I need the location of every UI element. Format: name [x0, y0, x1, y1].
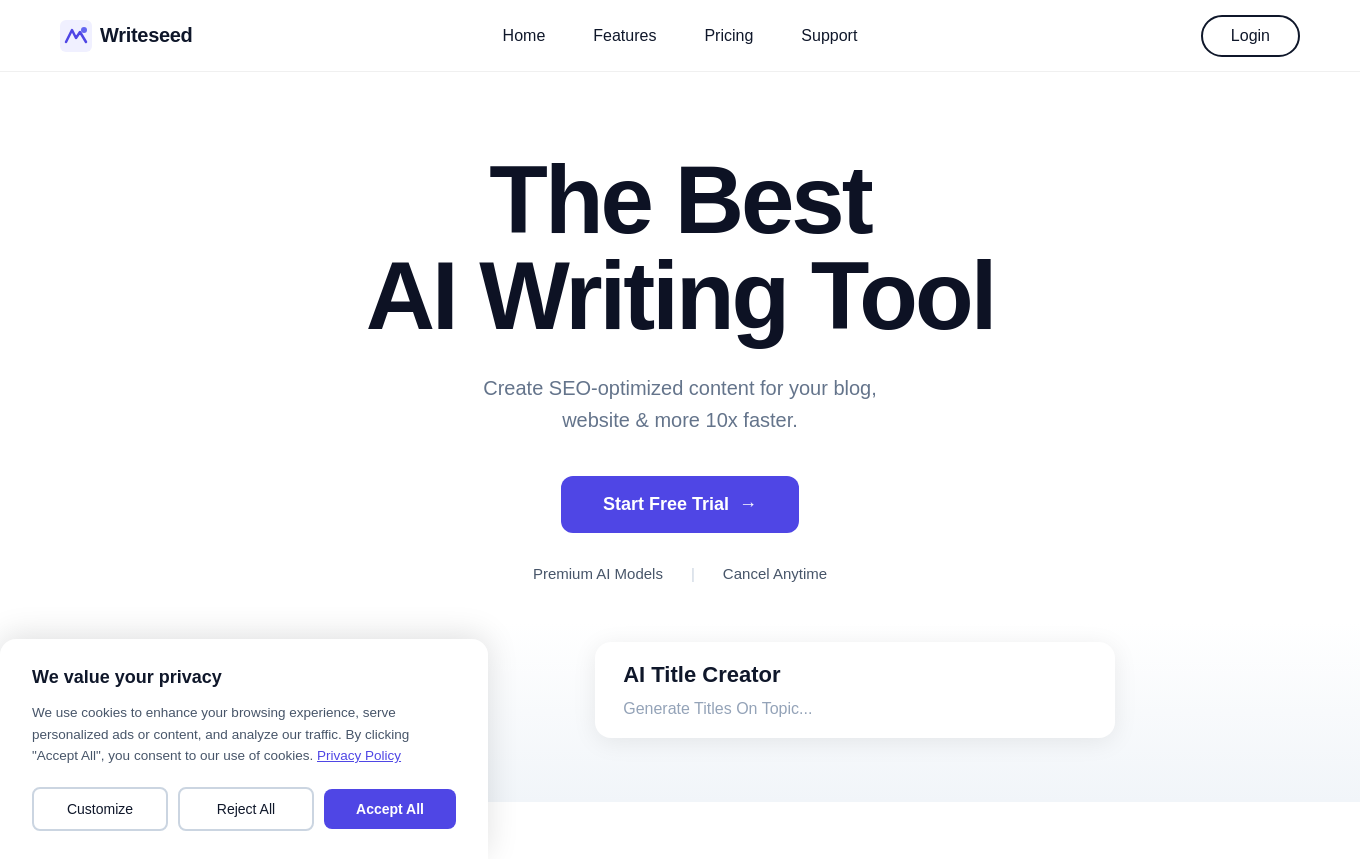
accept-all-button[interactable]: Accept All	[324, 789, 456, 802]
feature-tag-divider: |	[691, 565, 695, 582]
logo[interactable]: Writeseed	[60, 20, 193, 52]
preview-card: AI Title Creator Generate Titles On Topi…	[595, 642, 1115, 738]
start-free-trial-button[interactable]: Start Free Trial →	[561, 476, 799, 533]
nav-links: Home Features Pricing Support	[503, 27, 858, 45]
feature-tags: Premium AI Models | Cancel Anytime	[533, 565, 827, 582]
logo-text: Writeseed	[100, 24, 193, 47]
preview-card-title: AI Title Creator	[623, 662, 1087, 688]
hero-title-line2: AI Writing Tool	[366, 248, 995, 344]
cookie-banner: We value your privacy We use cookies to …	[0, 639, 488, 802]
writeseed-logo-icon	[60, 20, 92, 52]
preview-card-subtitle: Generate Titles On Topic...	[623, 700, 1087, 718]
feature-tag-cancel: Cancel Anytime	[723, 565, 827, 582]
privacy-policy-link[interactable]: Privacy Policy	[317, 748, 401, 763]
hero-title-line1: The Best	[489, 152, 870, 248]
svg-point-1	[81, 27, 87, 33]
cookie-buttons: Customize Reject All Accept All	[32, 787, 456, 802]
cookie-body: We use cookies to enhance your browsing …	[32, 702, 456, 767]
cookie-title: We value your privacy	[32, 667, 456, 688]
nav-home[interactable]: Home	[503, 27, 546, 45]
nav-pricing[interactable]: Pricing	[704, 27, 753, 45]
customize-button[interactable]: Customize	[32, 787, 168, 802]
reject-all-button[interactable]: Reject All	[178, 787, 314, 802]
arrow-right-icon: →	[739, 494, 757, 515]
nav-features[interactable]: Features	[593, 27, 656, 45]
feature-tag-ai-models: Premium AI Models	[533, 565, 663, 582]
navbar: Writeseed Home Features Pricing Support …	[0, 0, 1360, 72]
login-button[interactable]: Login	[1201, 15, 1300, 57]
hero-section: The Best AI Writing Tool Create SEO-opti…	[0, 72, 1360, 622]
nav-support[interactable]: Support	[801, 27, 857, 45]
hero-subtitle: Create SEO-optimized content for your bl…	[483, 372, 877, 436]
